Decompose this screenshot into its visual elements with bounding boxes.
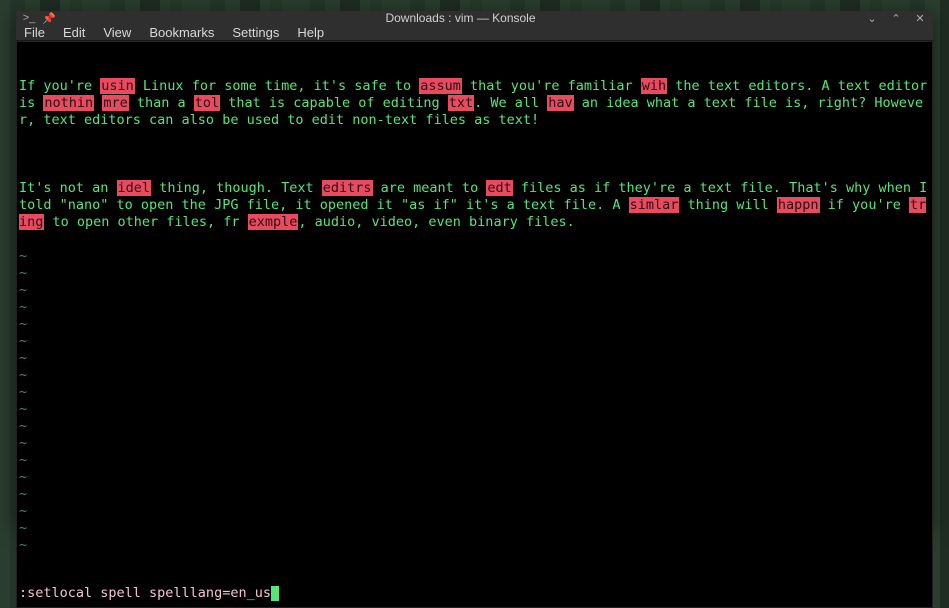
menu-settings[interactable]: Settings: [232, 25, 279, 40]
close-button[interactable]: ✕: [913, 11, 927, 25]
spell-error: happn: [777, 197, 820, 213]
terminal-area[interactable]: If you're usin Linux for some time, it's…: [16, 41, 933, 608]
pin-icon[interactable]: 📌: [42, 11, 56, 25]
konsole-window: >_ 📌 Downloads : vim — Konsole ⌄ ⌃ ✕ Fil…: [16, 11, 933, 525]
menu-help[interactable]: Help: [297, 25, 324, 40]
spell-error: tol: [194, 95, 220, 111]
vim-command-line[interactable]: :setlocal spell spelllang=en_us: [19, 585, 279, 602]
window-title: Downloads : vim — Konsole: [56, 11, 865, 25]
menubar: File Edit View Bookmarks Settings Help: [16, 25, 933, 41]
blank-line: [19, 146, 930, 163]
menu-edit[interactable]: Edit: [63, 25, 85, 40]
menu-view[interactable]: View: [103, 25, 131, 40]
minimize-button[interactable]: ⌄: [865, 11, 879, 25]
spell-error: mre: [102, 95, 128, 111]
app-icon: >_: [22, 11, 36, 25]
vim-empty-lines: ~ ~ ~ ~ ~ ~ ~ ~ ~ ~ ~ ~ ~ ~ ~ ~ ~ ~: [19, 248, 930, 554]
spell-error: hav: [547, 95, 573, 111]
paragraph-2: It's not an idel thing, though. Text edi…: [19, 180, 930, 231]
paragraph-1: If you're usin Linux for some time, it's…: [19, 78, 930, 129]
maximize-button[interactable]: ⌃: [889, 11, 903, 25]
spell-error: txt: [448, 95, 474, 111]
spell-error: exmple: [248, 214, 299, 230]
menu-bookmarks[interactable]: Bookmarks: [149, 25, 214, 40]
spell-error: usin: [100, 78, 135, 94]
spell-error: idel: [117, 180, 152, 196]
titlebar: >_ 📌 Downloads : vim — Konsole ⌄ ⌃ ✕: [16, 11, 933, 25]
spell-error: nothin: [43, 95, 94, 111]
cursor: [271, 586, 279, 601]
spell-error: editrs: [322, 180, 373, 196]
spell-error: edt: [486, 180, 512, 196]
menu-file[interactable]: File: [24, 25, 45, 40]
spell-error: assum: [419, 78, 462, 94]
spell-error: simlar: [629, 197, 680, 213]
spell-error: wih: [641, 78, 667, 94]
